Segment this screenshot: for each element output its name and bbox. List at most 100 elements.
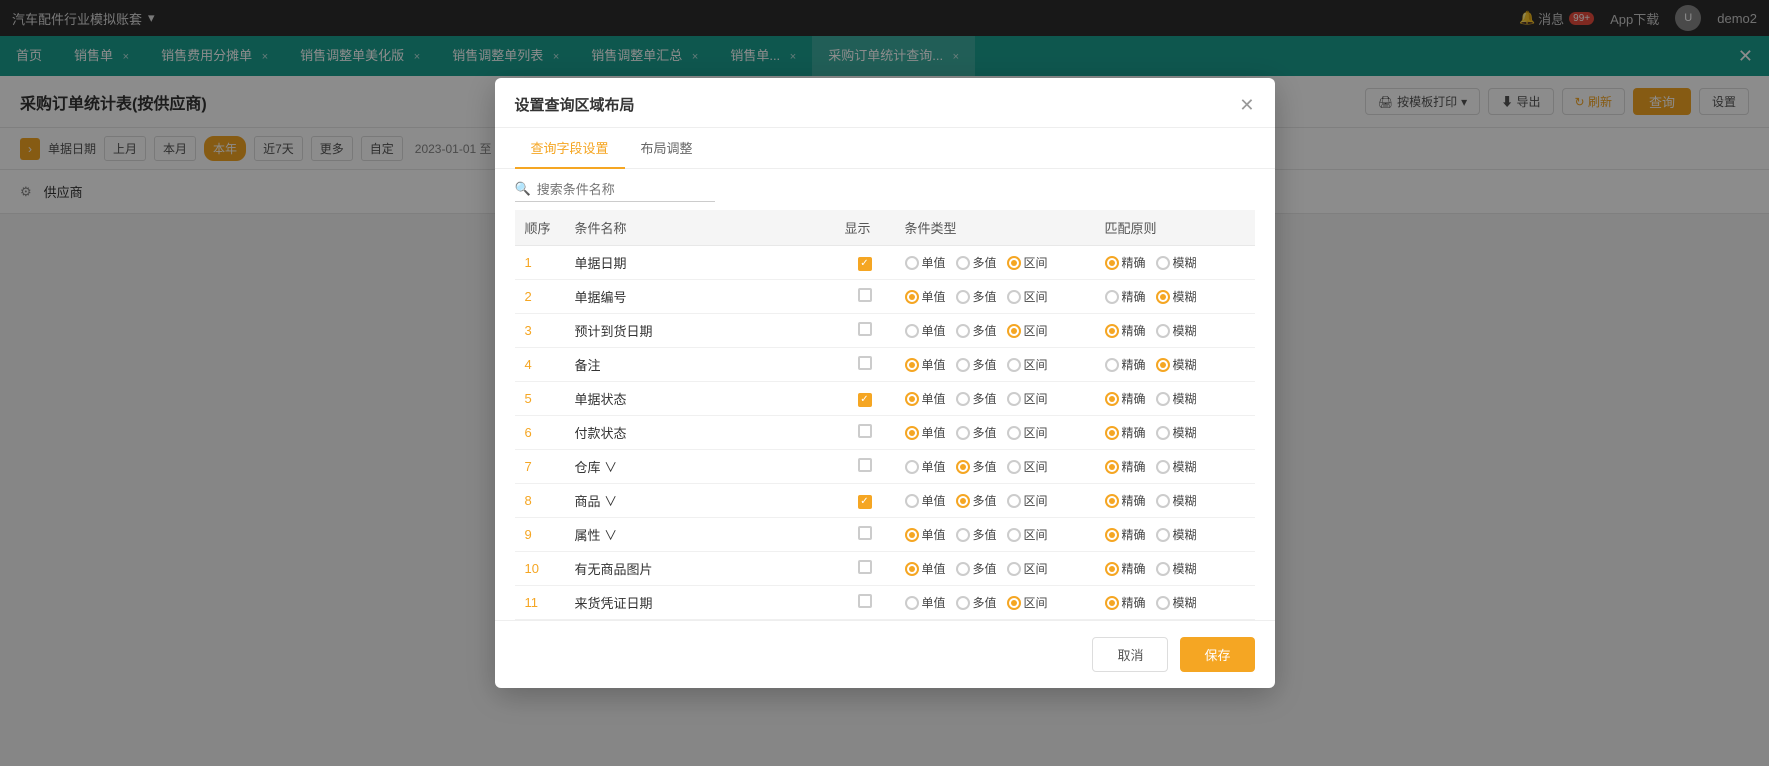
match-option-模糊[interactable]: 模糊 [1156,526,1197,543]
type-option-区间[interactable]: 区间 [1007,458,1048,475]
type-option-多值[interactable]: 多值 [956,424,997,441]
radio-circle [1105,596,1119,610]
match-option-精确[interactable]: 精确 [1105,288,1146,305]
type-option-单值[interactable]: 单值 [905,560,946,577]
type-option-区间[interactable]: 区间 [1007,492,1048,509]
type-option-多值[interactable]: 多值 [956,322,997,339]
cell-show[interactable] [835,484,895,518]
show-checkbox[interactable] [858,356,872,370]
th-name: 条件名称 [565,210,835,246]
radio-circle [1156,596,1170,610]
type-option-单值[interactable]: 单值 [905,458,946,475]
modal-overlay: 设置查询区域布局 ✕ 查询字段设置 布局调整 🔍 [0,0,1769,766]
show-checkbox[interactable] [858,322,872,336]
cell-match: 精确模糊 [1095,552,1255,586]
match-option-精确[interactable]: 精确 [1105,356,1146,373]
match-option-模糊[interactable]: 模糊 [1156,594,1197,611]
match-option-模糊[interactable]: 模糊 [1156,288,1197,305]
match-option-精确[interactable]: 精确 [1105,560,1146,577]
modal-search-area: 🔍 [495,169,1275,210]
type-option-区间[interactable]: 区间 [1007,424,1048,441]
match-option-模糊[interactable]: 模糊 [1156,424,1197,441]
save-btn[interactable]: 保存 [1180,637,1254,672]
type-option-区间[interactable]: 区间 [1007,560,1048,577]
type-option-区间[interactable]: 区间 [1007,356,1048,373]
show-checkbox[interactable] [858,495,872,509]
match-option-模糊[interactable]: 模糊 [1156,254,1197,271]
search-input[interactable] [537,182,697,197]
match-option-精确[interactable]: 精确 [1105,390,1146,407]
type-option-单值[interactable]: 单值 [905,594,946,611]
type-option-单值[interactable]: 单值 [905,526,946,543]
type-option-单值[interactable]: 单值 [905,254,946,271]
modal-close-btn[interactable]: ✕ [1239,96,1254,114]
match-option-模糊[interactable]: 模糊 [1156,356,1197,373]
show-checkbox[interactable] [858,424,872,438]
radio-circle [1007,596,1021,610]
type-option-区间[interactable]: 区间 [1007,322,1048,339]
match-option-精确[interactable]: 精确 [1105,526,1146,543]
type-option-多值[interactable]: 多值 [956,560,997,577]
type-option-多值[interactable]: 多值 [956,356,997,373]
show-checkbox[interactable] [858,560,872,574]
cell-show[interactable] [835,416,895,450]
show-checkbox[interactable] [858,526,872,540]
cell-show[interactable] [835,552,895,586]
show-checkbox[interactable] [858,458,872,472]
type-option-区间[interactable]: 区间 [1007,526,1048,543]
match-option-模糊[interactable]: 模糊 [1156,458,1197,475]
type-option-多值[interactable]: 多值 [956,254,997,271]
type-option-多值[interactable]: 多值 [956,288,997,305]
cell-show[interactable] [835,586,895,620]
match-option-模糊[interactable]: 模糊 [1156,560,1197,577]
show-checkbox[interactable] [858,393,872,407]
match-option-模糊[interactable]: 模糊 [1156,390,1197,407]
cell-show[interactable] [835,314,895,348]
radio-circle [905,460,919,474]
type-option-多值[interactable]: 多值 [956,458,997,475]
match-option-模糊[interactable]: 模糊 [1156,492,1197,509]
type-option-单值[interactable]: 单值 [905,356,946,373]
type-option-区间[interactable]: 区间 [1007,288,1048,305]
cell-order: 4 [515,348,565,382]
match-option-精确[interactable]: 精确 [1105,458,1146,475]
table-row: 1单据日期单值多值区间精确模糊 [515,246,1255,280]
cell-show[interactable] [835,348,895,382]
match-option-精确[interactable]: 精确 [1105,492,1146,509]
cell-show[interactable] [835,382,895,416]
radio-circle [956,528,970,542]
cell-order: 11 [515,586,565,620]
tab-layout-adjust[interactable]: 布局调整 [625,128,709,169]
match-option-精确[interactable]: 精确 [1105,254,1146,271]
show-checkbox[interactable] [858,594,872,608]
cell-show[interactable] [835,246,895,280]
cell-match: 精确模糊 [1095,450,1255,484]
match-option-精确[interactable]: 精确 [1105,424,1146,441]
type-option-单值[interactable]: 单值 [905,492,946,509]
type-option-单值[interactable]: 单值 [905,424,946,441]
type-option-多值[interactable]: 多值 [956,492,997,509]
type-option-区间[interactable]: 区间 [1007,254,1048,271]
match-option-模糊[interactable]: 模糊 [1156,322,1197,339]
match-option-精确[interactable]: 精确 [1105,594,1146,611]
radio-circle [1105,290,1119,304]
match-option-精确[interactable]: 精确 [1105,322,1146,339]
cell-show[interactable] [835,450,895,484]
type-option-单值[interactable]: 单值 [905,288,946,305]
tab-query-fields[interactable]: 查询字段设置 [515,128,625,169]
show-checkbox[interactable] [858,257,872,271]
type-option-多值[interactable]: 多值 [956,390,997,407]
cell-show[interactable] [835,518,895,552]
cancel-btn[interactable]: 取消 [1092,637,1168,672]
radio-circle [1105,358,1119,372]
type-option-单值[interactable]: 单值 [905,390,946,407]
show-checkbox[interactable] [858,288,872,302]
type-option-多值[interactable]: 多值 [956,526,997,543]
table-row: 7仓库 ∨单值多值区间精确模糊 [515,450,1255,484]
type-option-区间[interactable]: 区间 [1007,390,1048,407]
cell-show[interactable] [835,280,895,314]
type-option-单值[interactable]: 单值 [905,322,946,339]
type-option-区间[interactable]: 区间 [1007,594,1048,611]
type-option-多值[interactable]: 多值 [956,594,997,611]
table-row: 3预计到货日期单值多值区间精确模糊 [515,314,1255,348]
